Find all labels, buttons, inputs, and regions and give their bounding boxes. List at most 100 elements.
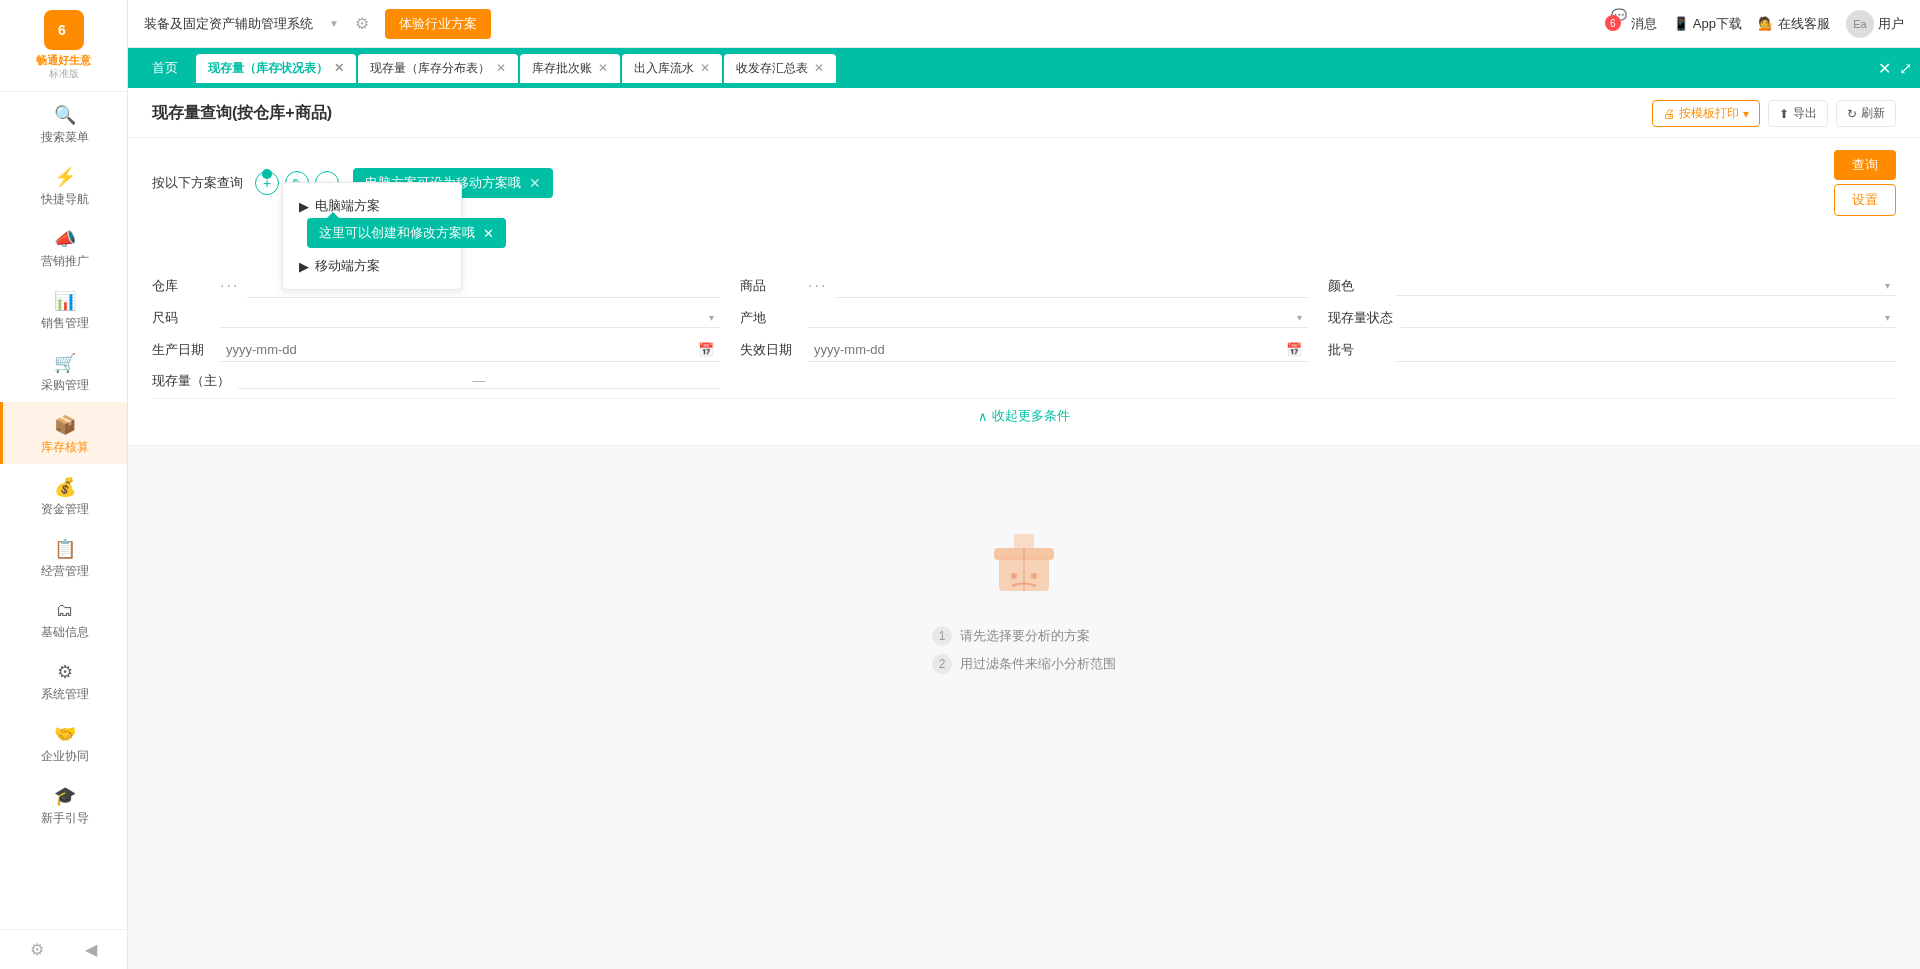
sidebar-item-operation[interactable]: 📋 经营管理 xyxy=(0,526,127,588)
stock-min-input[interactable] xyxy=(238,373,465,388)
refresh-btn[interactable]: ↻ 刷新 xyxy=(1836,100,1896,127)
tab-label: 库存批次账 xyxy=(532,60,592,77)
prod-date-calendar-icon[interactable]: 📅 xyxy=(698,342,714,357)
tab-batch[interactable]: 库存批次账 ✕ xyxy=(520,54,620,83)
tab-close-icon[interactable]: ✕ xyxy=(814,61,824,75)
color-select[interactable]: ▾ xyxy=(1396,276,1896,296)
sidebar-item-label: 新手引导 xyxy=(41,810,89,827)
close-all-tabs-btn[interactable]: ✕ xyxy=(1878,59,1891,78)
export-label: 导出 xyxy=(1793,105,1817,122)
tab-label: 现存量（库存状况表） xyxy=(208,60,328,77)
online-support-item[interactable]: 💁 在线客服 xyxy=(1758,15,1830,33)
prod-date-input[interactable]: 📅 xyxy=(220,338,720,362)
create-tooltip-text: 这里可以创建和修改方案哦 xyxy=(319,224,475,242)
tab-close-icon[interactable]: ✕ xyxy=(334,61,344,75)
step-2-text: 用过滤条件来缩小分析范围 xyxy=(960,655,1116,673)
filter-field-prod-date: 生产日期 📅 xyxy=(152,338,720,362)
sidebar-item-label: 快捷导航 xyxy=(41,191,89,208)
support-icon: 💁 xyxy=(1758,16,1774,31)
content-area: 现存量查询(按仓库+商品) 🖨 按模板打印 ▾ ⬆ 导出 ↻ 刷新 xyxy=(128,88,1920,969)
tab-inventory-status[interactable]: 现存量（库存状况表） ✕ xyxy=(196,54,356,83)
scheme-tree-desktop[interactable]: ▶ 电脑端方案 xyxy=(283,191,461,221)
expand-btn[interactable]: ⤢ xyxy=(1899,59,1912,78)
tab-close-icon[interactable]: ✕ xyxy=(496,61,506,75)
tab-collect[interactable]: 收发存汇总表 ✕ xyxy=(724,54,836,83)
topbar-right: 💬 6 消息 📱 App下载 💁 在线客服 Ea 用户 xyxy=(1611,8,1904,39)
batch-input[interactable] xyxy=(1396,338,1896,362)
sidebar-item-base[interactable]: 🗂 基础信息 xyxy=(0,588,127,649)
tab-close-icon[interactable]: ✕ xyxy=(700,61,710,75)
page-actions: 🖨 按模板打印 ▾ ⬆ 导出 ↻ 刷新 xyxy=(1652,100,1896,137)
color-label: 颜色 xyxy=(1328,277,1388,295)
stock-status-select[interactable]: ▾ xyxy=(1401,308,1896,328)
print-label: 按模板打印 xyxy=(1679,105,1739,122)
empty-illustration xyxy=(984,526,1064,606)
tab-label: 出入库流水 xyxy=(634,60,694,77)
setting-button[interactable]: 设置 xyxy=(1834,184,1896,216)
export-icon: ⬆ xyxy=(1779,107,1789,121)
export-btn[interactable]: ⬆ 导出 xyxy=(1768,100,1828,127)
sidebar-item-label: 库存核算 xyxy=(41,439,89,456)
tab-home[interactable]: 首页 xyxy=(136,53,194,83)
sidebar-item-purchase[interactable]: 🛒 采购管理 xyxy=(0,340,127,402)
tab-inventory-dist[interactable]: 现存量（库存分布表） ✕ xyxy=(358,54,518,83)
svg-point-6 xyxy=(1031,573,1037,579)
app-logo-icon: 6 xyxy=(44,10,84,50)
sidebar-item-marketing[interactable]: 📣 营销推广 xyxy=(0,216,127,278)
sidebar-item-search[interactable]: 🔍 搜索菜单 xyxy=(0,92,127,154)
tab-inout[interactable]: 出入库流水 ✕ xyxy=(622,54,722,83)
sidebar-item-guide[interactable]: 🎓 新手引导 xyxy=(0,773,127,835)
sidebar-item-label: 基础信息 xyxy=(41,624,89,641)
step-num-2: 2 xyxy=(932,654,952,674)
tabbar: 首页 现存量（库存状况表） ✕ 现存量（库存分布表） ✕ 库存批次账 ✕ 出入库… xyxy=(128,48,1920,88)
warehouse-dots[interactable]: ··· xyxy=(220,277,239,295)
scheme-tooltip-close-btn[interactable]: ✕ xyxy=(529,175,541,191)
sidebar: 6 畅通好生意 标准版 🔍 搜索菜单 ⚡ 快捷导航 📣 营销推广 📊 销售管理 … xyxy=(0,0,128,969)
expand-arrow-icon: ▶ xyxy=(299,199,309,214)
user-item[interactable]: Ea 用户 xyxy=(1846,10,1904,38)
size-select[interactable]: ▾ xyxy=(220,308,720,328)
topbar-gear-icon[interactable]: ⚙ xyxy=(355,14,369,33)
origin-select[interactable]: ▾ xyxy=(808,308,1308,328)
system-selector[interactable]: ▼ xyxy=(329,18,339,29)
product-input-area[interactable] xyxy=(835,274,1308,298)
stock-max-input[interactable] xyxy=(494,373,721,388)
settings-bottom-btn[interactable]: ⚙ xyxy=(30,940,44,959)
scheme-tree-mobile[interactable]: ▶ 移动端方案 xyxy=(283,251,461,281)
sidebar-item-inventory[interactable]: 📦 库存核算 xyxy=(0,402,127,464)
sidebar-item-sales[interactable]: 📊 销售管理 xyxy=(0,278,127,340)
create-tooltip-close-btn[interactable]: ✕ xyxy=(483,226,494,241)
sidebar-item-label: 资金管理 xyxy=(41,501,89,518)
username-label: 用户 xyxy=(1878,15,1904,33)
exp-date-calendar-icon[interactable]: 📅 xyxy=(1286,342,1302,357)
filter-grid-row4: 现存量（主） — xyxy=(152,372,1896,390)
prod-date-text-input[interactable] xyxy=(226,342,698,357)
sidebar-item-system[interactable]: ⚙ 系统管理 xyxy=(0,649,127,711)
sidebar-item-quick[interactable]: ⚡ 快捷导航 xyxy=(0,154,127,216)
collapse-sidebar-btn[interactable]: ◀ xyxy=(85,940,97,959)
guide-icon: 🎓 xyxy=(54,785,76,807)
experience-btn[interactable]: 体验行业方案 xyxy=(385,9,491,39)
notification-label: 消息 xyxy=(1631,15,1657,33)
print-btn[interactable]: 🖨 按模板打印 ▾ xyxy=(1652,100,1760,127)
notification-item[interactable]: 💬 6 消息 xyxy=(1611,8,1657,39)
sidebar-item-label: 搜索菜单 xyxy=(41,129,89,146)
step-1-text: 请先选择要分析的方案 xyxy=(960,627,1090,645)
query-button[interactable]: 查询 xyxy=(1834,150,1896,180)
tab-label: 收发存汇总表 xyxy=(736,60,808,77)
sidebar-item-finance[interactable]: 💰 资金管理 xyxy=(0,464,127,526)
scheme-create-tooltip: 这里可以创建和修改方案哦 ✕ xyxy=(307,218,506,248)
query-btns: 查询 设置 xyxy=(1834,150,1896,216)
exp-date-input[interactable]: 📅 xyxy=(808,338,1308,362)
sidebar-item-label: 系统管理 xyxy=(41,686,89,703)
operation-icon: 📋 xyxy=(54,538,76,560)
collapse-bar[interactable]: ∧ 收起更多条件 xyxy=(152,398,1896,433)
product-dots[interactable]: ··· xyxy=(808,277,827,295)
expand-arrow-icon: ▶ xyxy=(299,259,309,274)
sidebar-item-enterprise[interactable]: 🤝 企业协同 xyxy=(0,711,127,773)
app-download-item[interactable]: 📱 App下载 xyxy=(1673,15,1742,33)
scheme-dot-indicator xyxy=(262,169,272,179)
filter-grid-row2: 尺码 ▾ 产地 ▾ 现存量状态 xyxy=(152,308,1896,328)
tab-close-icon[interactable]: ✕ xyxy=(598,61,608,75)
exp-date-text-input[interactable] xyxy=(814,342,1286,357)
